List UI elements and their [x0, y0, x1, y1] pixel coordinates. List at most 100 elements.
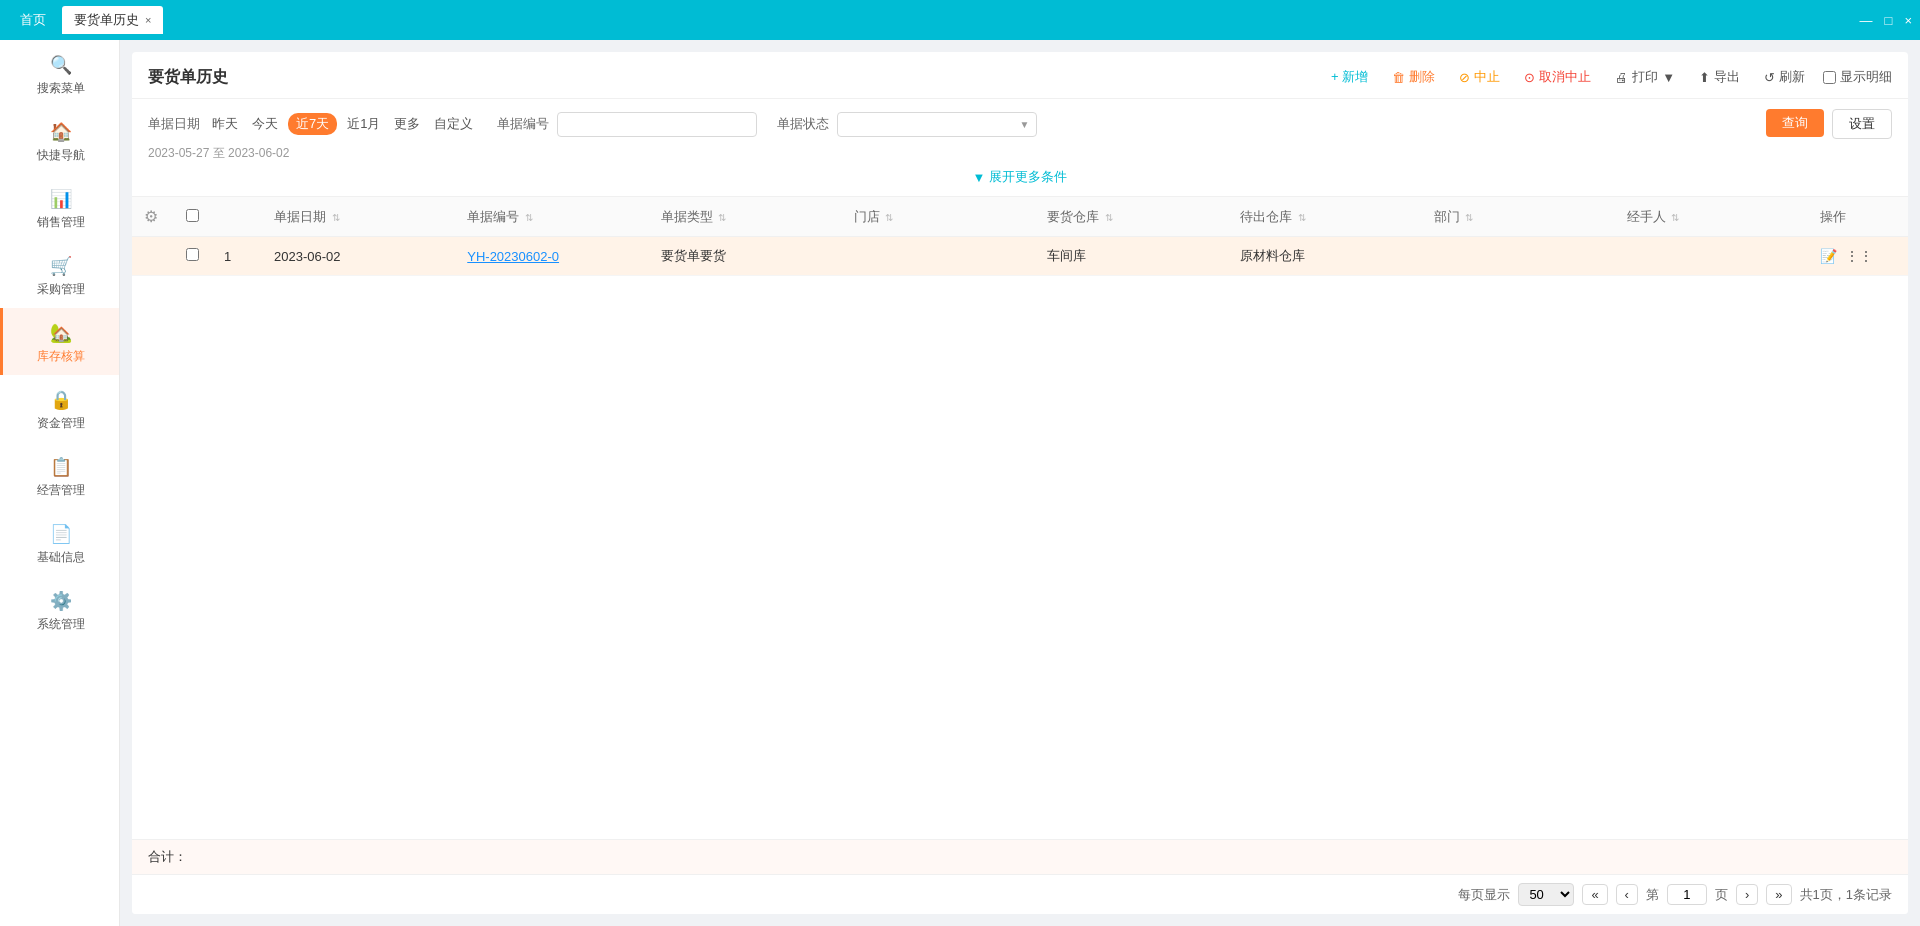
query-button[interactable]: 查询	[1766, 109, 1824, 137]
print-label: 打印	[1632, 68, 1658, 86]
print-button[interactable]: 🖨 打印 ▼	[1609, 64, 1681, 90]
row-handler-cell	[1615, 237, 1808, 276]
sidebar-label-basic-info: 基础信息	[37, 549, 85, 566]
row-checkbox[interactable]	[186, 248, 199, 261]
sidebar-item-sales[interactable]: 📊 销售管理	[0, 174, 119, 241]
cancel-stop-button[interactable]: ⊙ 取消中止	[1518, 64, 1597, 90]
col-bill-no-sort[interactable]: ⇅	[525, 212, 533, 223]
date-option-today[interactable]: 今天	[248, 113, 282, 135]
page-size-select[interactable]: 50 10 20 100	[1518, 883, 1574, 906]
display-detail-checkbox[interactable]	[1823, 71, 1836, 84]
stop-button[interactable]: ⊘ 中止	[1453, 64, 1506, 90]
col-bill-type-sort[interactable]: ⇅	[718, 212, 726, 223]
col-pending-warehouse-sort[interactable]: ⇅	[1298, 212, 1306, 223]
last-page-button[interactable]: »	[1766, 884, 1791, 905]
row-more-button[interactable]: ⋮⋮	[1845, 248, 1873, 264]
sidebar-item-inventory[interactable]: 🏡 库存核算	[0, 308, 119, 375]
sidebar-item-operations[interactable]: 📋 经营管理	[0, 442, 119, 509]
window-close[interactable]: ×	[1904, 13, 1912, 28]
col-operations: 操作	[1808, 197, 1908, 237]
col-bill-no: 单据编号 ⇅	[455, 197, 648, 237]
date-option-yesterday[interactable]: 昨天	[208, 113, 242, 135]
select-all-checkbox[interactable]	[186, 209, 199, 222]
row-operations-cell: 📝 ⋮⋮	[1808, 237, 1908, 276]
refresh-icon: ↺	[1764, 70, 1775, 85]
row-bill-type: 要货单要货	[661, 248, 726, 263]
refresh-button[interactable]: ↺ 刷新	[1758, 64, 1811, 90]
export-button[interactable]: ⬆ 导出	[1693, 64, 1746, 90]
tab-requisition-label: 要货单历史	[74, 11, 139, 29]
bill-status-select-wrapper	[837, 112, 1037, 137]
delete-button[interactable]: 🗑 删除	[1386, 64, 1441, 90]
export-icon: ⬆	[1699, 70, 1710, 85]
row-bill-no-link[interactable]: YH-20230602-0	[467, 249, 559, 264]
add-button[interactable]: + 新增	[1325, 64, 1374, 90]
filter-bill-status: 单据状态	[777, 112, 1037, 137]
date-option-1month[interactable]: 近1月	[343, 113, 384, 135]
date-options: 昨天 今天 近7天 近1月 更多 自定义	[208, 113, 477, 135]
top-bar: 首页 要货单历史 × — □ ×	[0, 0, 1920, 40]
filter-bill-no-label: 单据编号	[497, 115, 549, 133]
expand-more-button[interactable]: ▼ 展开更多条件	[973, 168, 1068, 186]
col-date: 单据日期 ⇅	[262, 197, 455, 237]
bill-status-select[interactable]	[837, 112, 1037, 137]
page-label: 页	[1715, 886, 1728, 904]
filter-row-date-range: 2023-05-27 至 2023-06-02	[148, 145, 1892, 162]
page-title: 要货单历史	[148, 67, 228, 88]
basic-info-icon: 📄	[50, 523, 72, 545]
total-label: 合计：	[148, 848, 187, 866]
sidebar-item-purchase[interactable]: 🛒 采购管理	[0, 241, 119, 308]
first-page-button[interactable]: «	[1582, 884, 1607, 905]
table-row: 1 2023-06-02 YH-20230602-0 要货单要货	[132, 237, 1908, 276]
col-req-warehouse-label: 要货仓库	[1047, 209, 1099, 224]
window-maximize[interactable]: □	[1885, 13, 1893, 28]
date-option-custom[interactable]: 自定义	[430, 113, 477, 135]
window-controls: — □ ×	[1860, 13, 1912, 28]
sidebar-item-quick-nav[interactable]: 🏠 快捷导航	[0, 107, 119, 174]
page-size-label: 每页显示	[1458, 886, 1510, 904]
date-range-display: 2023-05-27 至 2023-06-02	[148, 145, 289, 162]
date-option-more[interactable]: 更多	[390, 113, 424, 135]
sidebar-item-search-menu[interactable]: 🔍 搜索菜单	[0, 40, 119, 107]
sidebar-label-system: 系统管理	[37, 616, 85, 633]
col-date-sort[interactable]: ⇅	[332, 212, 340, 223]
delete-label: 删除	[1409, 68, 1435, 86]
row-date: 2023-06-02	[274, 249, 341, 264]
row-department-cell	[1422, 237, 1615, 276]
tab-requisition-history[interactable]: 要货单历史 ×	[62, 6, 163, 34]
date-option-7days[interactable]: 近7天	[288, 113, 337, 135]
prev-page-button[interactable]: ‹	[1616, 884, 1638, 905]
column-settings-icon[interactable]: ⚙	[144, 208, 158, 225]
sidebar-item-finance[interactable]: 🔒 资金管理	[0, 375, 119, 442]
bill-no-input[interactable]	[557, 112, 757, 137]
filter-action-buttons: 查询 设置	[1766, 109, 1892, 139]
col-store-sort[interactable]: ⇅	[885, 212, 893, 223]
tab-close-icon[interactable]: ×	[145, 14, 151, 26]
tab-home[interactable]: 首页	[8, 6, 58, 34]
row-pending-warehouse-cell: 原材料仓库	[1228, 237, 1421, 276]
next-page-button[interactable]: ›	[1736, 884, 1758, 905]
row-edit-button[interactable]: 📝	[1820, 248, 1837, 264]
settings-button[interactable]: 设置	[1832, 109, 1892, 139]
col-handler-label: 经手人	[1627, 209, 1666, 224]
col-store-label: 门店	[854, 209, 880, 224]
sidebar-label-sales: 销售管理	[37, 214, 85, 231]
col-req-warehouse-sort[interactable]: ⇅	[1105, 212, 1113, 223]
row-req-warehouse: 车间库	[1047, 248, 1086, 263]
data-table: ⚙ 单据日期 ⇅ 单据编号	[132, 197, 1908, 276]
cancel-stop-label: 取消中止	[1539, 68, 1591, 86]
print-dropdown-icon: ▼	[1662, 70, 1675, 85]
col-handler-sort[interactable]: ⇅	[1671, 212, 1679, 223]
print-icon: 🖨	[1615, 70, 1628, 85]
page-header: 要货单历史 + 新增 🗑 删除 ⊘ 中止 ⊙ 取消中止	[132, 52, 1908, 99]
display-detail-toggle[interactable]: 显示明细	[1823, 68, 1892, 86]
col-handler: 经手人 ⇅	[1615, 197, 1808, 237]
sidebar-item-basic-info[interactable]: 📄 基础信息	[0, 509, 119, 576]
filter-date: 单据日期 昨天 今天 近7天 近1月 更多 自定义	[148, 113, 477, 135]
page-input[interactable]	[1667, 884, 1707, 905]
col-department-sort[interactable]: ⇅	[1465, 212, 1473, 223]
window-minimize[interactable]: —	[1860, 13, 1873, 28]
row-bill-type-cell: 要货单要货	[649, 237, 842, 276]
sidebar-item-system[interactable]: ⚙️ 系统管理	[0, 576, 119, 643]
main-layout: 🔍 搜索菜单 🏠 快捷导航 📊 销售管理 🛒 采购管理 🏡 库存核算 🔒 资金管…	[0, 40, 1920, 926]
